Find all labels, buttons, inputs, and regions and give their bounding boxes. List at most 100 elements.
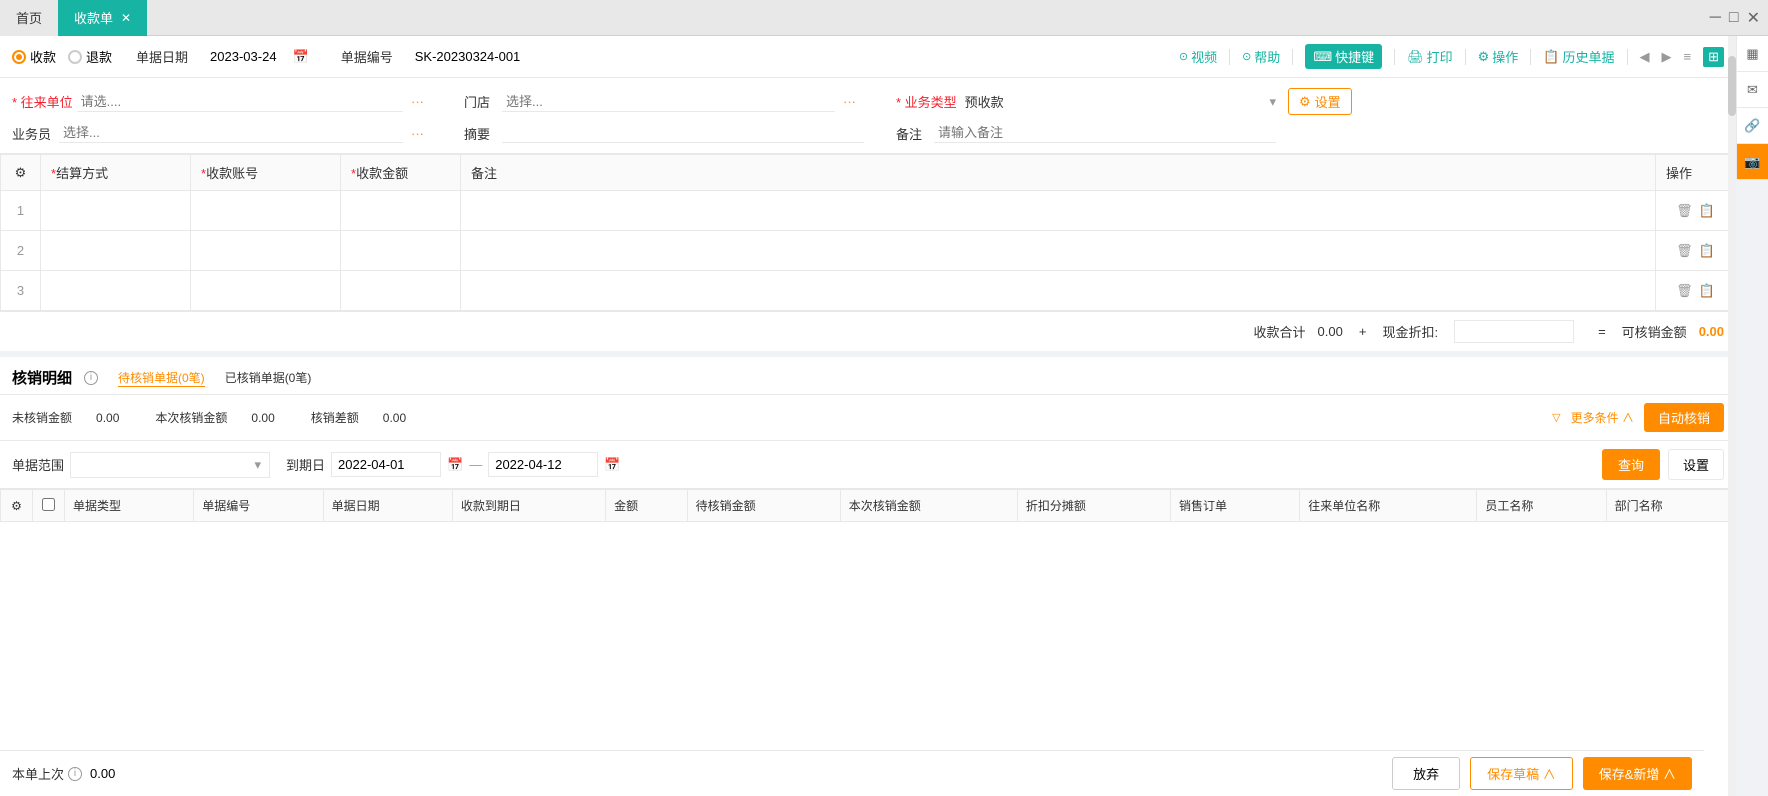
row-3-payment[interactable] xyxy=(41,271,191,311)
radio-group: 收款 退款 xyxy=(12,47,112,66)
minimize-icon[interactable]: ─ xyxy=(1710,9,1721,27)
row-2-payment[interactable] xyxy=(41,231,191,271)
divider-1 xyxy=(1229,49,1230,65)
counterpart-input[interactable] xyxy=(77,92,403,112)
nav-next-icon[interactable]: ▶ xyxy=(1662,49,1672,65)
radio-refund[interactable]: 退款 xyxy=(68,47,112,66)
collection-total-value: 0.00 xyxy=(1318,324,1343,339)
discount-input[interactable] xyxy=(1454,320,1574,343)
link-panel-icon: 🔗 xyxy=(1744,118,1760,134)
query-button[interactable]: 查询 xyxy=(1602,449,1660,480)
radio-collection-dot xyxy=(12,50,26,64)
diff-value: 0.00 xyxy=(383,411,406,425)
scrollbar[interactable] xyxy=(1728,36,1736,796)
row-2-copy-icon[interactable]: 📋 xyxy=(1699,243,1715,259)
radio-collection[interactable]: 收款 xyxy=(12,47,56,66)
th-settings[interactable]: ⚙ xyxy=(1,155,41,191)
restore-icon[interactable]: □ xyxy=(1729,9,1739,27)
abandon-button[interactable]: 放弃 xyxy=(1392,757,1460,790)
completed-tab[interactable]: 已核销单据(0笔) xyxy=(225,369,312,386)
date-to-input[interactable] xyxy=(488,452,598,477)
bth-doc-type: 单据类型 xyxy=(65,490,194,522)
table-row: 3 🗑 📋 xyxy=(1,271,1736,311)
row-3-delete-icon[interactable]: 🗑 xyxy=(1676,283,1693,299)
bth-checkbox[interactable] xyxy=(33,490,65,522)
main-table: ⚙ *结算方式 *收款账号 *收款金额 备注 操作 xyxy=(0,154,1736,311)
nav-prev-icon[interactable]: ◀ xyxy=(1640,49,1650,65)
more-filter-btn[interactable]: 更多条件 ∧ xyxy=(1571,409,1634,426)
row-3-account[interactable] xyxy=(191,271,341,311)
right-panel-mail-btn[interactable]: ✉ xyxy=(1737,72,1768,108)
row-1-account[interactable] xyxy=(191,191,341,231)
date-field: 到期日 📅 — 📅 xyxy=(286,452,620,477)
row-1-amount[interactable] xyxy=(341,191,461,231)
note-input[interactable] xyxy=(934,123,1276,143)
filter-settings-button[interactable]: 设置 xyxy=(1668,449,1724,480)
pending-tab[interactable]: 待核销单据(0笔) xyxy=(118,369,205,387)
range-select[interactable]: ▾ xyxy=(70,452,270,478)
tab-collection[interactable]: 收款单 ✕ xyxy=(58,0,147,36)
row-1-payment[interactable] xyxy=(41,191,191,231)
right-panel-link-btn[interactable]: 🔗 xyxy=(1737,108,1768,144)
tab-bar: 首页 收款单 ✕ ─ □ ✕ xyxy=(0,0,1768,36)
th-account: *收款账号 xyxy=(191,155,341,191)
row-1-copy-icon[interactable]: 📋 xyxy=(1699,203,1715,219)
salesperson-input[interactable] xyxy=(59,123,403,143)
row-2-delete-icon[interactable]: 🗑 xyxy=(1676,243,1693,259)
history-btn[interactable]: 📋 历史单据 xyxy=(1543,47,1614,66)
nav-list-icon[interactable]: ≡ xyxy=(1684,49,1692,64)
calendar-to-icon[interactable]: 📅 xyxy=(604,457,620,473)
summary-label: 摘要 xyxy=(464,124,494,143)
th-amount-label: 收款金额 xyxy=(356,166,408,181)
bth-settings[interactable]: ⚙ xyxy=(1,490,33,522)
help-label: 帮助 xyxy=(1254,47,1280,66)
shop-more-icon[interactable]: ··· xyxy=(843,94,856,109)
tab-home[interactable]: 首页 xyxy=(0,0,58,36)
writeoff-info-icon[interactable]: i xyxy=(84,371,98,385)
help-btn[interactable]: ⊙ 帮助 xyxy=(1242,47,1280,66)
calendar-from-icon[interactable]: 📅 xyxy=(447,457,463,473)
save-button[interactable]: 保存&新增 ∧ xyxy=(1583,757,1692,790)
shop-input[interactable] xyxy=(502,92,835,112)
shortcut-btn[interactable]: ⌨ 快捷键 xyxy=(1305,44,1382,69)
row-1-num: 1 xyxy=(1,191,41,231)
footer-amount-value: 0.00 xyxy=(90,766,115,781)
row-3-copy-icon[interactable]: 📋 xyxy=(1699,283,1715,299)
diff-label: 核销差额 xyxy=(311,409,359,426)
draft-button[interactable]: 保存草稿 ∧ xyxy=(1470,757,1573,790)
row-3-amount[interactable] xyxy=(341,271,461,311)
footer-info-icon[interactable]: i xyxy=(68,767,82,781)
row-2-note[interactable] xyxy=(461,231,1656,271)
salesperson-field: 业务员 ··· xyxy=(12,123,432,143)
calendar-icon[interactable]: 📅 xyxy=(293,49,309,65)
table-row: 2 🗑 📋 xyxy=(1,231,1736,271)
date-from-input[interactable] xyxy=(331,452,441,477)
summary-input[interactable] xyxy=(502,123,864,143)
history-label: 历史单据 xyxy=(1562,47,1614,66)
row-1-note[interactable] xyxy=(461,191,1656,231)
row-2-amount[interactable] xyxy=(341,231,461,271)
scroll-thumb[interactable] xyxy=(1728,56,1736,116)
settings-button[interactable]: ⚙ 设置 xyxy=(1288,88,1352,115)
row-3-note[interactable] xyxy=(461,271,1656,311)
select-all-checkbox[interactable] xyxy=(42,498,55,511)
print-btn[interactable]: 🖨 打印 xyxy=(1407,47,1453,66)
business-type-dropdown-icon[interactable]: ▾ xyxy=(1269,94,1276,110)
date-separator: — xyxy=(469,457,482,472)
right-panel-image-btn[interactable]: 📷 xyxy=(1737,144,1768,180)
row-2-account[interactable] xyxy=(191,231,341,271)
nav-grid-icon[interactable]: ⊞ xyxy=(1703,47,1724,67)
auto-writeoff-btn[interactable]: 自动核销 xyxy=(1644,403,1724,432)
unverified-value: 0.00 xyxy=(96,411,119,425)
salesperson-more-icon[interactable]: ··· xyxy=(411,126,424,141)
video-btn[interactable]: ⊙ 视频 xyxy=(1179,47,1217,66)
tab-close-icon[interactable]: ✕ xyxy=(121,11,131,25)
operate-btn[interactable]: ⚙ 操作 xyxy=(1478,47,1519,66)
counterpart-more-icon[interactable]: ··· xyxy=(411,94,424,109)
close-icon[interactable]: ✕ xyxy=(1747,8,1760,28)
right-panel-table-btn[interactable]: ▦ xyxy=(1737,36,1768,72)
footer-amount-label: 本单上次 xyxy=(12,764,64,783)
footer-info: 本单上次 i 0.00 xyxy=(12,764,115,783)
verifiable-value: 0.00 xyxy=(1699,324,1724,339)
row-1-delete-icon[interactable]: 🗑 xyxy=(1676,203,1693,219)
